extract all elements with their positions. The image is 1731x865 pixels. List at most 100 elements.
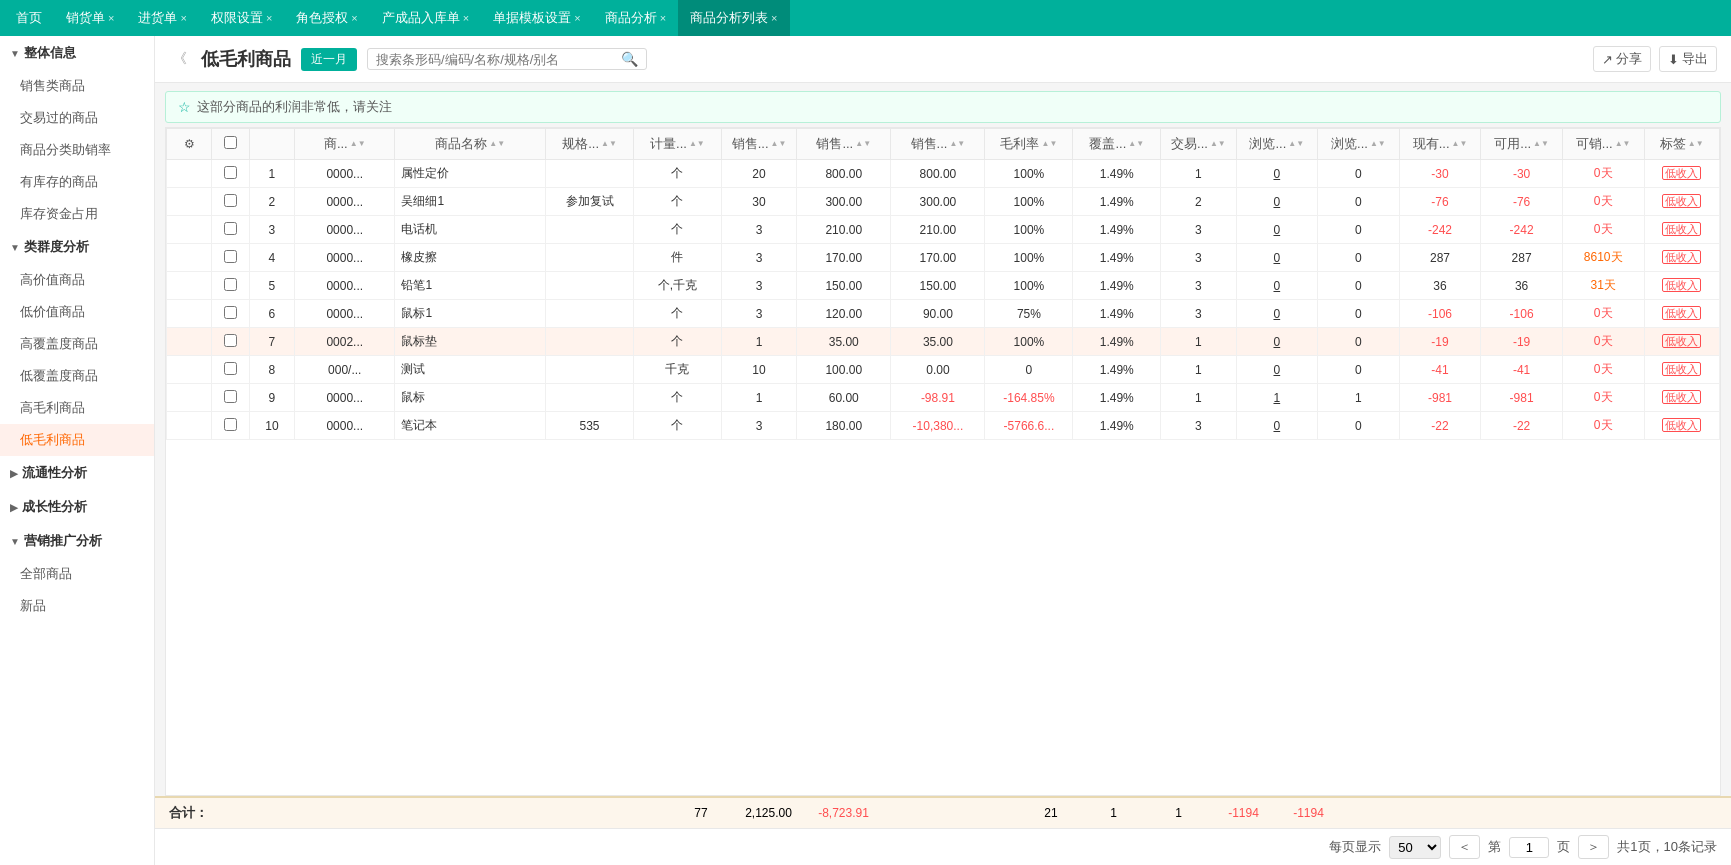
row-checkbox[interactable] [224,278,237,291]
sort-icon[interactable]: ▲▼ [1128,140,1144,148]
nav-role-auth[interactable]: 角色授权 × [284,0,369,36]
collapse-sidebar-button[interactable]: 《 [169,50,191,68]
close-icon[interactable]: × [108,12,114,24]
sort-icon[interactable]: ▲▼ [350,140,366,148]
row-checkbox[interactable] [224,166,237,179]
row-checkbox-cell[interactable] [212,244,250,272]
sort-icon[interactable]: ▲▼ [601,140,617,148]
sort-icon[interactable]: ▲▼ [1210,140,1226,148]
row-view1[interactable]: 0 [1236,272,1318,300]
row-checkbox[interactable] [224,306,237,319]
close-icon[interactable]: × [660,12,666,24]
row-checkbox-cell[interactable] [212,216,250,244]
row-view1[interactable]: 0 [1236,412,1318,440]
sort-icon[interactable]: ▲▼ [689,140,705,148]
row-checkbox-cell[interactable] [212,384,250,412]
row-checkbox-cell[interactable] [212,272,250,300]
close-icon[interactable]: × [351,12,357,24]
row-checkbox-cell[interactable] [212,328,250,356]
sidebar-group-cluster-title[interactable]: ▼ 类群度分析 [0,230,154,264]
share-button[interactable]: ↗ 分享 [1593,46,1651,72]
row-view1[interactable]: 0 [1236,188,1318,216]
sidebar-group-overall-title[interactable]: ▼ 整体信息 [0,36,154,70]
row-checkbox[interactable] [224,194,237,207]
sidebar-item-inventory-capital[interactable]: 库存资金占用 [0,198,154,230]
sidebar-item-high-profit[interactable]: 高毛利商品 [0,392,154,424]
close-icon[interactable]: × [771,12,777,24]
close-icon[interactable]: × [463,12,469,24]
row-checkbox-cell[interactable] [212,300,250,328]
nav-home[interactable]: 首页 [4,0,54,36]
sort-icon[interactable]: ▲▼ [1288,140,1304,148]
nav-product-analysis[interactable]: 商品分析 × [593,0,678,36]
row-view1[interactable]: 0 [1236,160,1318,188]
sort-icon[interactable]: ▲▼ [489,140,505,148]
sort-icon[interactable]: ▲▼ [1041,140,1057,148]
sidebar-item-low-profit[interactable]: 低毛利商品 [0,424,154,456]
sidebar-item-high-coverage[interactable]: 高覆盖度商品 [0,328,154,360]
col-header-settings[interactable]: ⚙ [167,129,212,160]
sort-icon[interactable]: ▲▼ [949,140,965,148]
per-page-select[interactable]: 50 100 200 [1389,836,1441,859]
row-checkbox-cell[interactable] [212,412,250,440]
row-checkbox[interactable] [224,418,237,431]
row-view1[interactable]: 0 [1236,244,1318,272]
sort-icon[interactable]: ▲▼ [1370,140,1386,148]
close-icon[interactable]: × [180,12,186,24]
sidebar-group-marketing-title[interactable]: ▼ 营销推广分析 [0,524,154,558]
sort-icon[interactable]: ▲▼ [1452,140,1468,148]
row-checkbox[interactable] [224,390,237,403]
sidebar-item-new-goods[interactable]: 新品 [0,590,154,622]
row-trade: 1 [1161,356,1236,384]
search-icon[interactable]: 🔍 [621,51,638,67]
nav-purchase-order[interactable]: 进货单 × [126,0,198,36]
table-row: 2 0000... 吴细细1 参加复试 个 30 300.00 300.00 1… [167,188,1720,216]
sidebar-item-traded-goods[interactable]: 交易过的商品 [0,102,154,134]
sidebar-item-in-stock[interactable]: 有库存的商品 [0,166,154,198]
row-cover: 1.49% [1073,160,1161,188]
col-header-checkbox[interactable] [212,129,250,160]
row-view1[interactable]: 0 [1236,356,1318,384]
sidebar-item-sales-goods[interactable]: 销售类商品 [0,70,154,102]
nav-template-settings[interactable]: 单据模板设置 × [481,0,592,36]
search-input[interactable] [376,52,621,67]
sidebar-item-all-goods[interactable]: 全部商品 [0,558,154,590]
prev-page-button[interactable]: ＜ [1449,835,1480,859]
row-checkbox[interactable] [224,362,237,375]
close-icon[interactable]: × [574,12,580,24]
row-checkbox-cell[interactable] [212,160,250,188]
nav-product-analysis-list[interactable]: 商品分析列表 × [678,0,789,36]
sidebar-item-low-coverage[interactable]: 低覆盖度商品 [0,360,154,392]
row-view1[interactable]: 1 [1236,384,1318,412]
row-view1[interactable]: 0 [1236,216,1318,244]
row-checkbox-cell[interactable] [212,356,250,384]
row-checkbox[interactable] [224,222,237,235]
sidebar-group-growth-title[interactable]: ▶ 成长性分析 [0,490,154,524]
close-icon[interactable]: × [266,12,272,24]
row-checkbox-cell[interactable] [212,188,250,216]
sort-icon[interactable]: ▲▼ [1615,140,1631,148]
sidebar-item-category-rate[interactable]: 商品分类助销率 [0,134,154,166]
nav-permissions[interactable]: 权限设置 × [199,0,284,36]
row-view1[interactable]: 0 [1236,328,1318,356]
export-button[interactable]: ⬇ 导出 [1659,46,1717,72]
sort-icon[interactable]: ▲▼ [1533,140,1549,148]
sidebar-group-circulation-title[interactable]: ▶ 流通性分析 [0,456,154,490]
time-filter-button[interactable]: 近一月 [301,48,357,71]
nav-product-inbound[interactable]: 产成品入库单 × [370,0,481,36]
row-name: 吴细细1 [395,188,546,216]
next-page-button[interactable]: ＞ [1578,835,1609,859]
sort-icon[interactable]: ▲▼ [855,140,871,148]
sort-icon[interactable]: ▲▼ [771,140,787,148]
page-number-input[interactable] [1509,837,1549,858]
row-checkbox[interactable] [224,334,237,347]
sidebar-item-low-value[interactable]: 低价值商品 [0,296,154,328]
nav-sales-order[interactable]: 销货单 × [54,0,126,36]
select-all-checkbox[interactable] [224,136,237,149]
sidebar-item-high-value[interactable]: 高价值商品 [0,264,154,296]
row-checkbox[interactable] [224,250,237,263]
row-view1[interactable]: 0 [1236,300,1318,328]
row-avail: -41 [1481,356,1563,384]
sort-icon[interactable]: ▲▼ [1688,140,1704,148]
row-name: 测试 [395,356,546,384]
